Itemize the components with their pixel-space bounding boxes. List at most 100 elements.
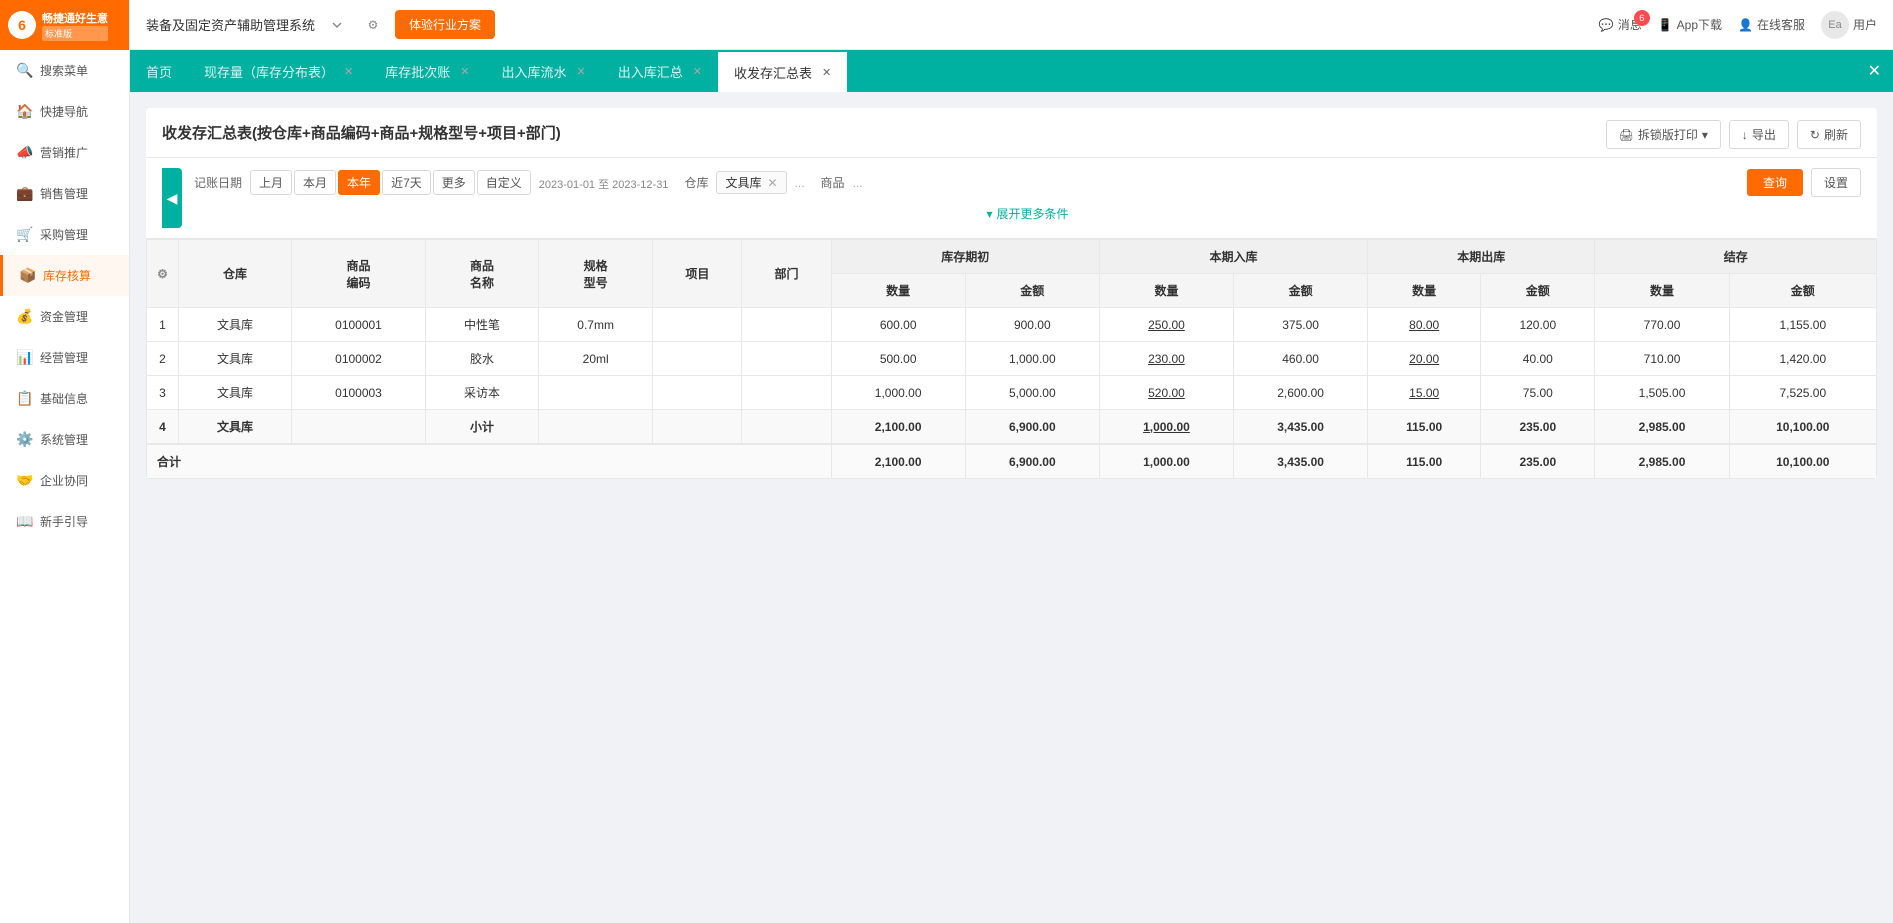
row-in-qty[interactable]: 250.00 [1099,308,1233,342]
tab-inventory-dist-close[interactable]: ✕ [344,65,353,78]
data-table-container: ⚙ 仓库 商品编码 商品名称 规格型号 项目 部门 库存期初 本期入库 本期出库 [146,239,1877,479]
th-balance-qty: 数量 [1595,274,1729,308]
system-name: 装备及固定资产辅助管理系统 [146,15,315,34]
row-opening-amt: 5,000.00 [965,376,1099,410]
sidebar-item-quick[interactable]: 🏠 快捷导航 [0,91,129,132]
row-out-qty[interactable]: 80.00 [1368,308,1481,342]
sidebar-item-sales[interactable]: 💼 销售管理 [0,173,129,214]
message-button[interactable]: 💬 消息 6 [1599,16,1642,33]
row-in-amt: 2,600.00 [1234,376,1368,410]
sidebar-item-guide[interactable]: 📖 新手引导 [0,501,129,542]
warehouse-tag-remove[interactable]: ✕ [767,176,777,190]
main-card: 收发存汇总表(按仓库+商品编码+商品+规格型号+项目+部门) 🖨 拆锁版打印 ▾… [146,108,1877,479]
tab-inventory-dist[interactable]: 现存量（库存分布表） ✕ [188,50,369,92]
row-project [653,342,742,376]
sidebar-item-inventory[interactable]: 📦 库存核算 [0,255,129,296]
tab-receive-summary[interactable]: 收发存汇总表 ✕ [718,50,847,92]
sidebar-item-basic[interactable]: 📋 基础信息 [0,378,129,419]
avatar: Ea [1821,11,1849,39]
filter-more[interactable]: 更多 [433,170,475,195]
row-no: 3 [147,376,179,410]
row-opening-qty: 1,000.00 [831,376,965,410]
refresh-button[interactable]: ↻ 刷新 [1797,120,1861,149]
tab-batch[interactable]: 库存批次账 ✕ [369,50,485,92]
sidebar-item-capital[interactable]: 💰 资金管理 [0,296,129,337]
filter-this-year[interactable]: 本年 [338,170,380,195]
table-row: 4文具库小计2,100.006,900.001,000.003,435.0011… [147,410,1877,445]
row-name: 中性笔 [426,308,539,342]
query-button[interactable]: 查询 [1747,169,1803,196]
app-download-button[interactable]: 📱 App下载 [1658,16,1722,33]
row-out-amt: 235.00 [1481,410,1595,445]
warehouse-tag[interactable]: 文具库 ✕ [716,171,786,194]
message-badge: 6 [1634,10,1650,26]
trial-button[interactable]: 体验行业方案 [395,10,495,39]
row-in-amt: 375.00 [1234,308,1368,342]
warehouse-more[interactable]: ... [795,176,805,190]
logo-icon: 6 [8,11,36,39]
sales-icon: 💼 [16,185,32,202]
logo-text: 畅捷通好生意 标准版 [42,10,108,41]
online-service-button[interactable]: 👤 在线客服 [1738,16,1805,33]
tab-inout-flow-close[interactable]: ✕ [577,65,586,78]
row-in-qty[interactable]: 230.00 [1099,342,1233,376]
row-out-qty[interactable]: 15.00 [1368,376,1481,410]
tab-batch-close[interactable]: ✕ [460,65,469,78]
table-settings-col[interactable]: ⚙ [147,240,179,308]
row-warehouse: 文具库 [179,410,292,445]
filter-7days[interactable]: 近7天 [382,170,431,195]
row-in-qty[interactable]: 1,000.00 [1099,410,1233,445]
settings-icon[interactable]: ⚙ [359,11,387,39]
footer-out-amt: 235.00 [1481,444,1595,479]
goods-filter-section: 商品 ... [821,174,863,191]
th-code: 商品编码 [291,240,425,308]
tab-home[interactable]: 首页 [130,50,188,92]
row-in-qty[interactable]: 520.00 [1099,376,1233,410]
tab-bar-close[interactable]: ✕ [1856,61,1893,81]
row-balance-qty: 1,505.00 [1595,376,1729,410]
row-in-amt: 460.00 [1234,342,1368,376]
warehouse-filter-section: 仓库 文具库 ✕ ... [684,171,804,194]
row-balance-amt: 1,155.00 [1729,308,1876,342]
row-spec [539,376,653,410]
sidebar-item-system[interactable]: ⚙️ 系统管理 [0,419,129,460]
capital-icon: 💰 [16,308,32,325]
th-warehouse: 仓库 [179,240,292,308]
expand-button[interactable]: ▾ 展开更多条件 [986,205,1068,222]
tab-inout-flow[interactable]: 出入库流水 ✕ [485,50,601,92]
sidebar-item-enterprise[interactable]: 🤝 企业协同 [0,460,129,501]
tab-inout-summary-close[interactable]: ✕ [693,65,702,78]
filter-custom[interactable]: 自定义 [477,170,531,195]
data-table: ⚙ 仓库 商品编码 商品名称 规格型号 项目 部门 库存期初 本期入库 本期出库 [146,239,1877,479]
collapse-button[interactable]: ◀ [162,168,182,228]
row-out-qty[interactable]: 20.00 [1368,342,1481,376]
tab-bar: 首页 现存量（库存分布表） ✕ 库存批次账 ✕ 出入库流水 ✕ 出入库汇总 ✕ … [130,50,1893,92]
goods-more[interactable]: ... [853,176,863,190]
sidebar: 6 畅捷通好生意 标准版 🔍 搜索菜单 🏠 快捷导航 📣 营销推广 💼 销售管理 [0,0,130,923]
settings-button[interactable]: 设置 [1811,168,1861,197]
system-dropdown[interactable] [323,11,351,39]
page-actions: 🖨 拆锁版打印 ▾ ↓ 导出 ↻ 刷新 [1606,120,1861,149]
export-button[interactable]: ↓ 导出 [1729,120,1789,149]
sidebar-item-marketing[interactable]: 📣 营销推广 [0,132,129,173]
page-area: 收发存汇总表(按仓库+商品编码+商品+规格型号+项目+部门) 🖨 拆锁版打印 ▾… [130,92,1893,923]
row-project [653,308,742,342]
th-balance: 结存 [1595,240,1877,274]
search-icon: 🔍 [16,62,32,79]
row-name: 采访本 [426,376,539,410]
sidebar-item-purchase[interactable]: 🛒 采购管理 [0,214,129,255]
date-filter-section: 记账日期 上月 本月 本年 近7天 更多 自定义 2023-01-01 至 20… [194,170,668,195]
tab-batch-label: 库存批次账 [385,62,450,81]
tab-inout-summary[interactable]: 出入库汇总 ✕ [602,50,718,92]
row-spec [539,410,653,445]
filter-this-month[interactable]: 本月 [294,170,336,195]
row-opening-qty: 500.00 [831,342,965,376]
sidebar-item-search[interactable]: 🔍 搜索菜单 [0,50,129,91]
footer-in-amt: 3,435.00 [1234,444,1368,479]
filter-last-month[interactable]: 上月 [250,170,292,195]
sidebar-item-operation[interactable]: 📊 经营管理 [0,337,129,378]
th-out-amt: 金额 [1481,274,1595,308]
tab-receive-summary-close[interactable]: ✕ [822,66,831,79]
user-menu[interactable]: Ea 用户 [1821,11,1877,39]
print-button[interactable]: 🖨 拆锁版打印 ▾ [1606,120,1721,149]
